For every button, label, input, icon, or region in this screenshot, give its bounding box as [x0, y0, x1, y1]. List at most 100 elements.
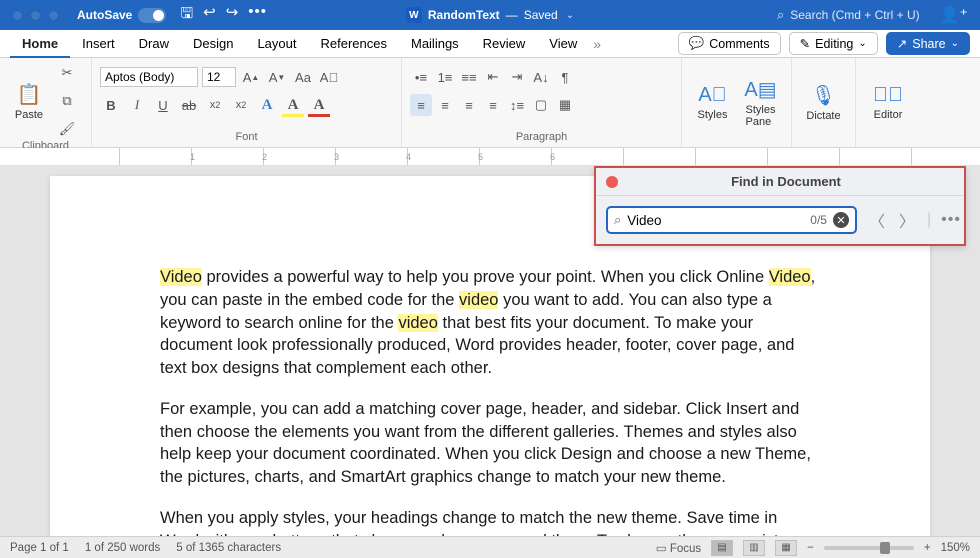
comments-button[interactable]: 💬Comments: [678, 32, 781, 55]
group-label-styles: [690, 143, 783, 145]
find-input-wrap[interactable]: ⌕ 0/5 ✕: [606, 206, 857, 234]
find-prev-icon[interactable]: 〈: [867, 208, 887, 232]
tab-layout[interactable]: Layout: [245, 30, 308, 58]
document-title[interactable]: W RandomText — Saved ⌄: [406, 7, 574, 23]
chevron-down-icon: ⌄: [858, 38, 866, 49]
search-box[interactable]: ⌕ Search (Cmd + Ctrl + U): [767, 7, 930, 23]
tab-insert[interactable]: Insert: [70, 30, 127, 58]
font-size-select[interactable]: [202, 67, 236, 87]
focus-mode[interactable]: ▭ Focus: [656, 541, 701, 555]
highlight-match: video: [398, 314, 437, 332]
editing-mode-button[interactable]: ✎Editing⌄: [789, 32, 878, 55]
borders-icon[interactable]: ▦: [554, 94, 576, 116]
search-icon: ⌕: [777, 7, 784, 23]
find-close-icon[interactable]: [606, 176, 618, 188]
save-icon[interactable]: 🖫: [180, 3, 193, 28]
multilevel-icon[interactable]: ≡≡: [458, 66, 480, 88]
styles-pane-icon: A▤: [744, 77, 776, 102]
tab-review[interactable]: Review: [471, 30, 538, 58]
ribbon: 📋Paste ✂ ⧉ 🖌 Clipboard A▲ A▼ Aa A⃠ B I U: [0, 58, 980, 148]
tab-overflow-icon[interactable]: »: [589, 36, 605, 52]
clear-icon[interactable]: ✕: [833, 212, 849, 228]
tab-draw[interactable]: Draw: [127, 30, 181, 58]
zoom-slider[interactable]: [824, 546, 914, 550]
ruler[interactable]: 1 2 3 4 5 6: [0, 148, 980, 166]
font-color-icon[interactable]: A: [308, 94, 330, 116]
zoom-in-icon[interactable]: +: [924, 542, 931, 554]
window-controls[interactable]: [0, 10, 59, 21]
bullets-icon[interactable]: •≡: [410, 66, 432, 88]
word-app-icon: W: [406, 7, 422, 23]
sort-icon[interactable]: A↓: [530, 66, 552, 88]
dictate-button[interactable]: 🎙Dictate: [803, 83, 845, 122]
paragraph-1[interactable]: Video provides a powerful way to help yo…: [160, 266, 820, 380]
find-more-icon[interactable]: •••: [941, 211, 961, 229]
tab-view[interactable]: View: [537, 30, 589, 58]
close-window-icon[interactable]: [12, 10, 23, 21]
align-right-icon[interactable]: ≡: [458, 94, 480, 116]
strikethrough-icon[interactable]: ab: [178, 94, 200, 116]
paragraph-3[interactable]: When you apply styles, your headings cha…: [160, 507, 820, 536]
align-left-icon[interactable]: ≡: [410, 94, 432, 116]
highlight-icon[interactable]: A: [282, 94, 304, 116]
editor-icon: ✎⃞: [873, 84, 903, 107]
text-effects-icon[interactable]: A: [256, 94, 278, 116]
justify-icon[interactable]: ≡: [482, 94, 504, 116]
line-spacing-icon[interactable]: ↕≡: [506, 94, 528, 116]
superscript-icon[interactable]: x2: [230, 94, 252, 116]
web-layout-icon[interactable]: ▥: [743, 540, 765, 556]
italic-icon[interactable]: I: [126, 94, 148, 116]
redo-icon[interactable]: ↪: [226, 3, 239, 28]
paragraph-2[interactable]: For example, you can add a matching cove…: [160, 398, 820, 489]
show-marks-icon[interactable]: ¶: [554, 66, 576, 88]
minimize-window-icon[interactable]: [30, 10, 41, 21]
change-case-icon[interactable]: Aa: [292, 66, 314, 88]
grow-font-icon[interactable]: A▲: [240, 66, 262, 88]
outline-icon[interactable]: ▦: [775, 540, 797, 556]
bold-icon[interactable]: B: [100, 94, 122, 116]
undo-icon[interactable]: ↩: [203, 3, 216, 28]
increase-indent-icon[interactable]: ⇥: [506, 66, 528, 88]
status-page[interactable]: Page 1 of 1: [10, 542, 69, 554]
shrink-font-icon[interactable]: A▼: [266, 66, 288, 88]
share-button[interactable]: ↗Share⌄: [886, 32, 970, 55]
tab-references[interactable]: References: [309, 30, 399, 58]
find-input[interactable]: [627, 213, 804, 228]
subscript-icon[interactable]: x2: [204, 94, 226, 116]
tab-mailings[interactable]: Mailings: [399, 30, 471, 58]
find-next-icon[interactable]: 〉: [897, 208, 917, 232]
align-center-icon[interactable]: ≡: [434, 94, 456, 116]
status-words[interactable]: 1 of 250 words: [85, 542, 160, 554]
comment-icon: 💬: [689, 36, 705, 51]
zoom-out-icon[interactable]: −: [807, 542, 814, 554]
save-state: Saved: [524, 8, 558, 22]
status-chars[interactable]: 5 of 1365 characters: [176, 542, 281, 554]
cut-icon[interactable]: ✂: [56, 62, 78, 84]
paste-button[interactable]: 📋Paste: [8, 82, 50, 121]
underline-icon[interactable]: U: [152, 94, 174, 116]
clipboard-icon: 📋: [17, 82, 42, 107]
zoom-percent[interactable]: 150%: [941, 542, 970, 554]
clear-format-icon[interactable]: A⃠: [318, 66, 340, 88]
shading-icon[interactable]: ▢: [530, 94, 552, 116]
group-label-paragraph: Paragraph: [410, 131, 673, 145]
chevron-down-icon[interactable]: ⌄: [566, 10, 574, 21]
tab-design[interactable]: Design: [181, 30, 245, 58]
tab-home[interactable]: Home: [10, 30, 70, 58]
copy-icon[interactable]: ⧉: [56, 90, 78, 112]
document-area[interactable]: Video provides a powerful way to help yo…: [0, 166, 980, 536]
search-icon: ⌕: [614, 212, 621, 228]
qat-overflow-icon[interactable]: •••: [248, 3, 267, 28]
decrease-indent-icon[interactable]: ⇤: [482, 66, 504, 88]
editor-button[interactable]: ✎⃞Editor: [867, 84, 909, 121]
styles-button[interactable]: A⃞Styles: [692, 84, 734, 121]
print-layout-icon[interactable]: ▤: [711, 540, 733, 556]
coauthor-icon[interactable]: 👤⁺: [940, 5, 968, 25]
autosave-toggle[interactable]: [138, 8, 166, 23]
styles-pane-button[interactable]: A▤Styles Pane: [740, 77, 782, 128]
format-painter-icon[interactable]: 🖌: [56, 118, 78, 140]
ribbon-tabs: Home Insert Draw Design Layout Reference…: [0, 30, 980, 58]
font-name-select[interactable]: [100, 67, 198, 87]
numbering-icon[interactable]: 1≡: [434, 66, 456, 88]
maximize-window-icon[interactable]: [48, 10, 59, 21]
